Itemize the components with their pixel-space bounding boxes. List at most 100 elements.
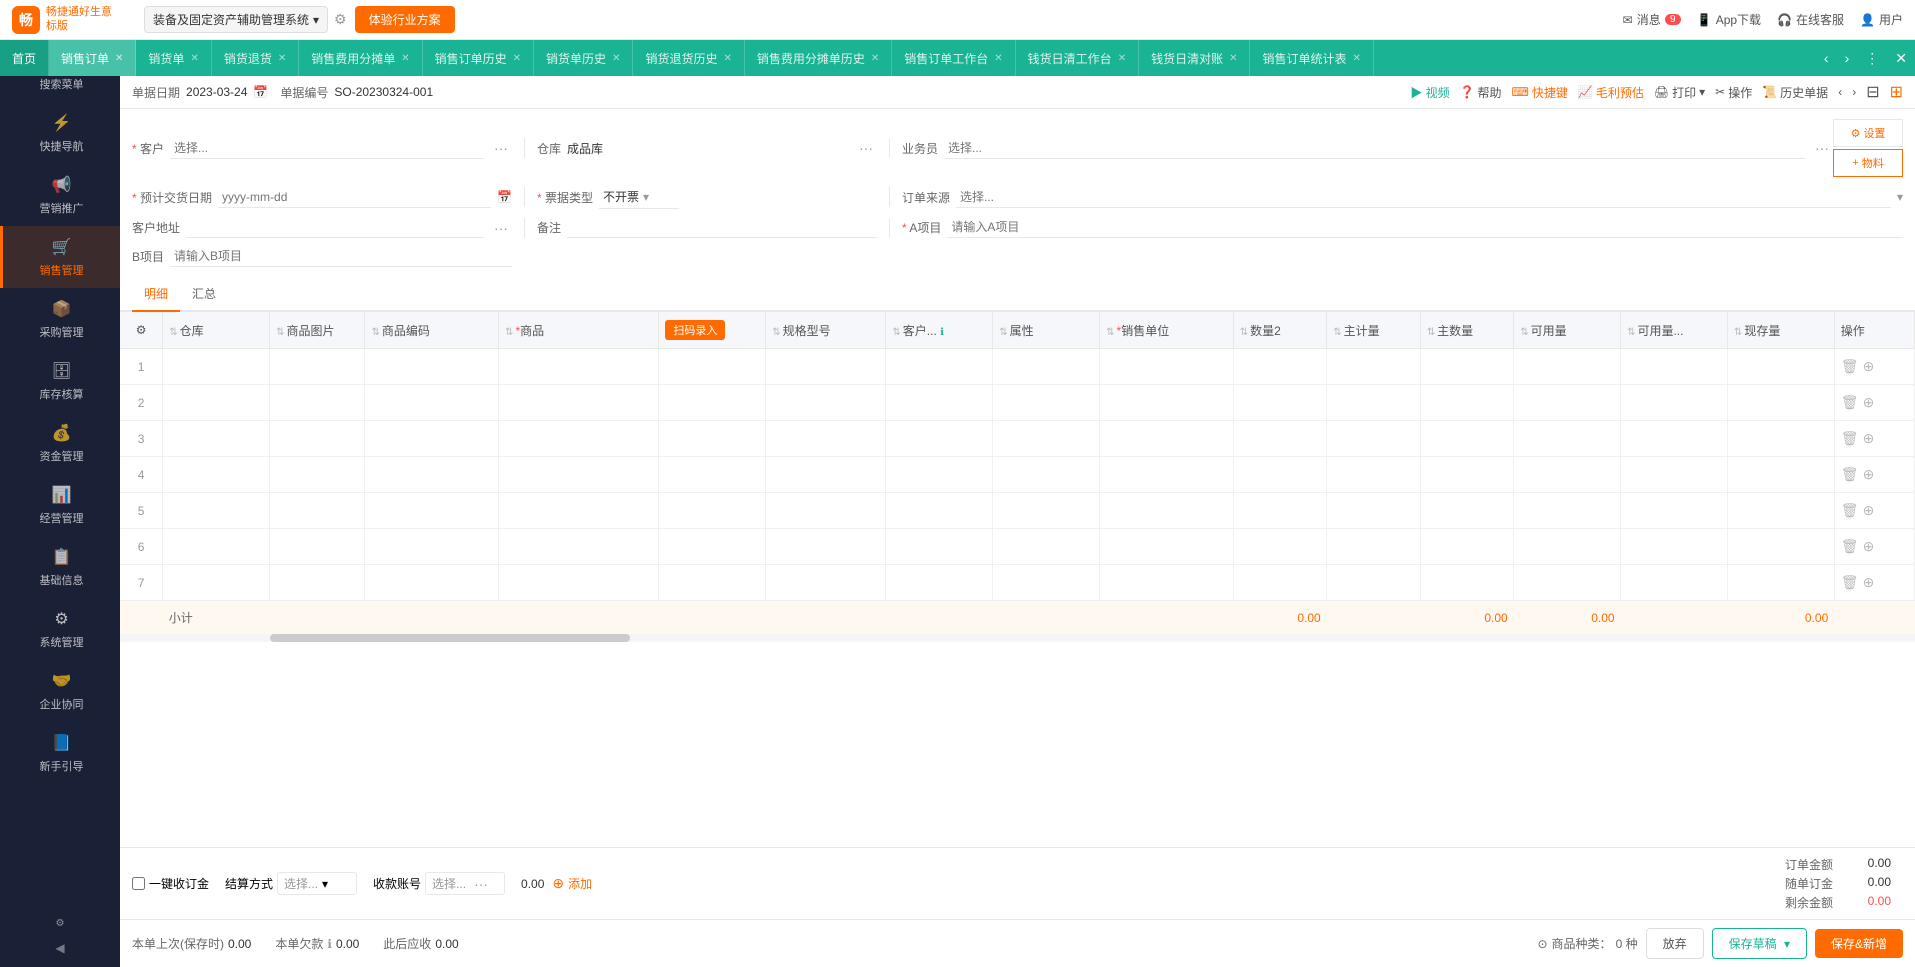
row-warehouse[interactable] (163, 421, 270, 457)
row-qty2[interactable] (1233, 349, 1327, 385)
row-warehouse[interactable] (163, 385, 270, 421)
row-sales-unit[interactable] (1100, 349, 1234, 385)
row-available-extra[interactable] (1621, 493, 1728, 529)
tab-close-icon[interactable]: ✕ (1353, 53, 1361, 64)
warehouse-more-button[interactable]: ··· (855, 140, 877, 156)
tab-close-icon[interactable]: ✕ (513, 53, 521, 64)
row-spec[interactable] (766, 421, 886, 457)
row-spec[interactable] (766, 529, 886, 565)
tab-close-icon[interactable]: ✕ (612, 53, 620, 64)
save-draft-dropdown-icon[interactable]: ▾ (1784, 937, 1790, 951)
online-service-button[interactable]: 🎧 在线客服 (1777, 11, 1844, 28)
customer-more-button[interactable]: ··· (490, 140, 512, 156)
row-sales-unit[interactable] (1100, 493, 1234, 529)
tab-prev-button[interactable]: ‹ (1816, 40, 1837, 76)
row-available-extra[interactable] (1621, 529, 1728, 565)
row-product[interactable] (499, 385, 659, 421)
row-warehouse[interactable] (163, 529, 270, 565)
row-main-unit[interactable] (1327, 421, 1421, 457)
row-spec[interactable] (766, 349, 886, 385)
row-qty2[interactable] (1233, 421, 1327, 457)
row-product-code[interactable] (365, 493, 499, 529)
delete-icon[interactable]: 🗑 (1841, 466, 1859, 483)
system-selector[interactable]: 装备及固定资产辅助管理系统 ▾ (144, 6, 328, 33)
row-sales-unit[interactable] (1100, 421, 1234, 457)
row-attribute[interactable] (993, 349, 1100, 385)
order-source-input[interactable] (956, 187, 1891, 208)
row-customer-info[interactable] (886, 349, 993, 385)
a-project-input[interactable] (947, 217, 1903, 238)
list-view-button[interactable]: ⊞ (1890, 82, 1903, 102)
row-product[interactable] (499, 457, 659, 493)
sidebar-item-sales[interactable]: 🛒 销售管理 (0, 226, 120, 288)
tab-return-history[interactable]: 销货退货历史 ✕ (633, 40, 744, 76)
profit-button[interactable]: 📈 毛利预估 (1578, 84, 1644, 101)
copy-icon[interactable]: ⊕ (1863, 394, 1875, 411)
row-available[interactable] (1514, 529, 1621, 565)
row-available-extra[interactable] (1621, 421, 1728, 457)
remarks-input[interactable] (567, 217, 877, 238)
sidebar-item-enterprise[interactable]: 🤝 企业协同 (0, 660, 120, 722)
col-scan[interactable]: 扫码录入 (659, 312, 766, 349)
row-main-qty[interactable] (1420, 421, 1514, 457)
sidebar-item-operations[interactable]: 📊 经营管理 (0, 474, 120, 536)
row-main-unit[interactable] (1327, 529, 1421, 565)
app-download-button[interactable]: 📱 App下载 (1697, 11, 1761, 28)
tab-close-icon[interactable]: ✕ (401, 53, 409, 64)
row-product[interactable] (499, 529, 659, 565)
tab-home[interactable]: 首页 (0, 40, 49, 76)
tab-close-icon[interactable]: ✕ (278, 53, 286, 64)
tab-order-workbench[interactable]: 销售订单工作台 ✕ (892, 40, 1015, 76)
delivery-date-input[interactable] (218, 187, 491, 208)
row-current-stock[interactable] (1727, 457, 1834, 493)
b-project-input[interactable] (170, 246, 512, 267)
row-product-code[interactable] (365, 457, 499, 493)
shortcut-button[interactable]: ⌨ 快捷键 (1512, 84, 1568, 101)
col-settings[interactable]: ⚙ (120, 312, 163, 349)
sidebar-item-purchase[interactable]: 📦 采购管理 (0, 288, 120, 350)
delete-icon[interactable]: 🗑 (1841, 358, 1859, 375)
row-current-stock[interactable] (1727, 493, 1834, 529)
horizontal-scrollbar[interactable] (120, 634, 1915, 642)
row-product-code[interactable] (365, 349, 499, 385)
row-customer-info[interactable] (886, 457, 993, 493)
sidebar-item-finance[interactable]: 💰 资金管理 (0, 412, 120, 474)
row-spec[interactable] (766, 565, 886, 601)
row-qty2[interactable] (1233, 529, 1327, 565)
row-product[interactable] (499, 349, 659, 385)
scan-button[interactable]: 扫码录入 (665, 320, 725, 340)
tab-sales-expense[interactable]: 销售费用分摊单 ✕ (299, 40, 422, 76)
row-product-code[interactable] (365, 421, 499, 457)
row-available[interactable] (1514, 385, 1621, 421)
delete-icon[interactable]: 🗑 (1841, 430, 1859, 447)
save-draft-button[interactable]: 保存草稿 ▾ (1712, 928, 1807, 959)
print-dropdown-icon[interactable]: ▾ (1699, 85, 1705, 99)
tab-daily-workbench[interactable]: 钱货日清工作台 ✕ (1016, 40, 1139, 76)
help-button[interactable]: ❓ 帮助 (1460, 84, 1502, 101)
customer-address-input[interactable] (186, 217, 484, 238)
order-source-dropdown-icon[interactable]: ▾ (1897, 190, 1903, 204)
tab-sales-order-history[interactable]: 销售订单历史 ✕ (423, 40, 534, 76)
row-product[interactable] (499, 565, 659, 601)
row-main-qty[interactable] (1420, 565, 1514, 601)
tab-menu-button[interactable]: ⋮ (1857, 40, 1887, 76)
row-available-extra[interactable] (1621, 565, 1728, 601)
row-spec[interactable] (766, 493, 886, 529)
delete-icon[interactable]: 🗑 (1841, 394, 1859, 411)
row-available-extra[interactable] (1621, 385, 1728, 421)
row-main-unit[interactable] (1327, 349, 1421, 385)
industry-solution-button[interactable]: 体验行业方案 (355, 6, 455, 33)
row-customer-info[interactable] (886, 529, 993, 565)
row-product-code[interactable] (365, 385, 499, 421)
address-more-button[interactable]: ··· (490, 220, 512, 236)
row-main-qty[interactable] (1420, 529, 1514, 565)
row-warehouse[interactable] (163, 349, 270, 385)
row-attribute[interactable] (993, 421, 1100, 457)
delete-icon[interactable]: 🗑 (1841, 574, 1859, 591)
copy-icon[interactable]: ⊕ (1863, 430, 1875, 447)
copy-icon[interactable]: ⊕ (1863, 502, 1875, 519)
settings-icon[interactable]: ⚙ (334, 11, 347, 28)
row-available[interactable] (1514, 457, 1621, 493)
row-available[interactable] (1514, 565, 1621, 601)
prev-record-button[interactable]: ‹ (1838, 85, 1842, 99)
